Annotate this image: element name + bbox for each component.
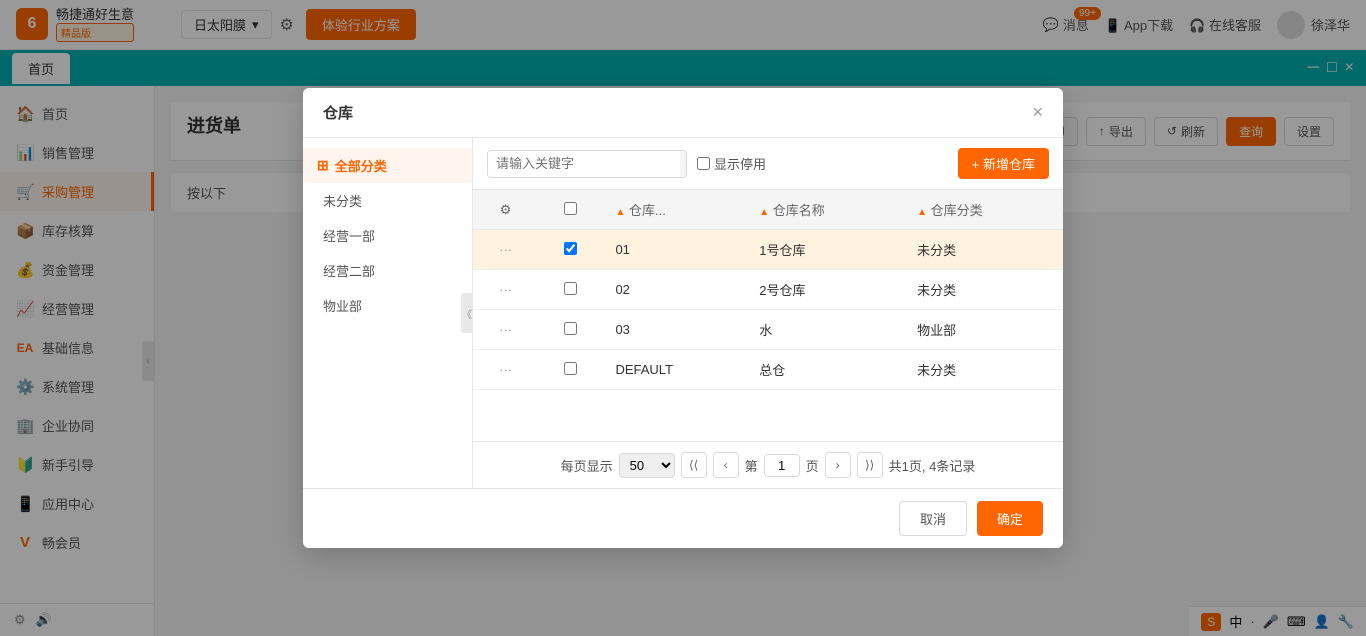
row-checkbox[interactable] <box>564 322 577 335</box>
tree-item-property[interactable]: 物业部 <box>303 288 472 323</box>
page-di-label: 第 <box>745 456 758 475</box>
modal-footer: 取消 确定 <box>303 488 1063 548</box>
warehouse-toolbar: 🔍 显示停用 + 新增仓库 <box>473 138 1063 190</box>
row-ellipsis[interactable]: ··· <box>499 322 512 337</box>
modal-header: 仓库 × <box>303 88 1063 138</box>
row-ellipsis[interactable]: ··· <box>499 242 512 257</box>
row-gear[interactable]: ··· <box>473 310 538 350</box>
row-category: 未分类 <box>905 270 1063 310</box>
warehouse-modal: 仓库 × ⊞ 全部分类 未分类 经营一部 经营二部 物业部 《 🔍 <box>303 88 1063 548</box>
col-category[interactable]: ▲ 仓库分类 <box>905 190 1063 230</box>
warehouse-right-panel: 🔍 显示停用 + 新增仓库 ⚙ <box>473 138 1063 488</box>
row-num: 02 <box>603 270 747 310</box>
tree-item-dept1[interactable]: 经营一部 <box>303 218 472 253</box>
tree-item-unclassified[interactable]: 未分类 <box>303 183 472 218</box>
table-row[interactable]: ··· 01 1号仓库 未分类 <box>473 230 1063 270</box>
row-category: 未分类 <box>905 350 1063 390</box>
warehouse-table: ⚙ ▲ 仓库... ▲ 仓库名称 <box>473 190 1063 441</box>
first-page-button[interactable]: ⟨⟨ <box>681 452 707 478</box>
row-gear[interactable]: ··· <box>473 270 538 310</box>
row-category: 未分类 <box>905 230 1063 270</box>
category-tree-panel: ⊞ 全部分类 未分类 经营一部 经营二部 物业部 《 <box>303 138 473 488</box>
show-disabled-checkbox[interactable] <box>697 157 710 170</box>
row-name: 1号仓库 <box>747 230 905 270</box>
tree-all-label: 全部分类 <box>335 156 387 175</box>
row-gear[interactable]: ··· <box>473 350 538 390</box>
row-ellipsis[interactable]: ··· <box>499 362 512 377</box>
row-checkbox-cell <box>538 230 603 270</box>
confirm-button[interactable]: 确定 <box>977 501 1043 536</box>
row-checkbox-cell <box>538 310 603 350</box>
pagination-bar: 每页显示 50 10 20 100 ⟨⟨ ‹ 第 页 › ⟩⟩ 共1页, 4条记… <box>473 441 1063 488</box>
add-warehouse-button[interactable]: + 新增仓库 <box>958 148 1049 179</box>
row-checkbox[interactable] <box>564 282 577 295</box>
search-input[interactable] <box>488 151 680 176</box>
row-ellipsis[interactable]: ··· <box>499 282 512 297</box>
col-name-sort-icon: ▲ <box>759 207 769 218</box>
prev-page-button[interactable]: ‹ <box>713 452 739 478</box>
col-code-sort-icon: ▲ <box>615 207 625 218</box>
last-page-button[interactable]: ⟩⟩ <box>857 452 883 478</box>
search-input-wrap: 🔍 <box>487 150 687 178</box>
search-icon[interactable]: 🔍 <box>680 151 687 177</box>
row-num: 03 <box>603 310 747 350</box>
row-num: 01 <box>603 230 747 270</box>
row-checkbox-cell <box>538 350 603 390</box>
table-row[interactable]: ··· DEFAULT 总仓 未分类 <box>473 350 1063 390</box>
tree-all-categories[interactable]: ⊞ 全部分类 <box>303 148 472 183</box>
table-row[interactable]: ··· 02 2号仓库 未分类 <box>473 270 1063 310</box>
tree-panel-collapse-btn[interactable]: 《 <box>461 293 473 333</box>
table-row[interactable]: ··· 03 水 物业部 <box>473 310 1063 350</box>
tree-item-dept2[interactable]: 经营二部 <box>303 253 472 288</box>
col-check <box>538 190 603 230</box>
show-disabled-label: 显示停用 <box>714 154 766 173</box>
col-gear: ⚙ <box>473 190 538 230</box>
row-category: 物业部 <box>905 310 1063 350</box>
modal-body: ⊞ 全部分类 未分类 经营一部 经营二部 物业部 《 🔍 显示停用 + 新增 <box>303 138 1063 488</box>
row-num: DEFAULT <box>603 350 747 390</box>
modal-close-button[interactable]: × <box>1032 102 1043 123</box>
per-page-label: 每页显示 <box>561 456 613 475</box>
row-name: 2号仓库 <box>747 270 905 310</box>
row-name: 水 <box>747 310 905 350</box>
row-checkbox[interactable] <box>564 242 577 255</box>
modal-title: 仓库 <box>323 102 353 123</box>
next-page-button[interactable]: › <box>825 452 851 478</box>
page-number-input[interactable] <box>764 454 800 477</box>
grid-icon: ⊞ <box>317 157 329 174</box>
show-disabled-checkbox-label[interactable]: 显示停用 <box>697 154 766 173</box>
page-unit-label: 页 <box>806 456 819 475</box>
cancel-button[interactable]: 取消 <box>899 501 967 536</box>
row-name: 总仓 <box>747 350 905 390</box>
per-page-select[interactable]: 50 10 20 100 <box>619 453 675 478</box>
select-all-checkbox[interactable] <box>564 202 577 215</box>
page-summary: 共1页, 4条记录 <box>889 456 976 475</box>
col-name[interactable]: ▲ 仓库名称 <box>747 190 905 230</box>
col-code[interactable]: ▲ 仓库... <box>603 190 747 230</box>
row-checkbox-cell <box>538 270 603 310</box>
col-cat-sort-icon: ▲ <box>917 207 927 218</box>
row-checkbox[interactable] <box>564 362 577 375</box>
row-gear[interactable]: ··· <box>473 230 538 270</box>
